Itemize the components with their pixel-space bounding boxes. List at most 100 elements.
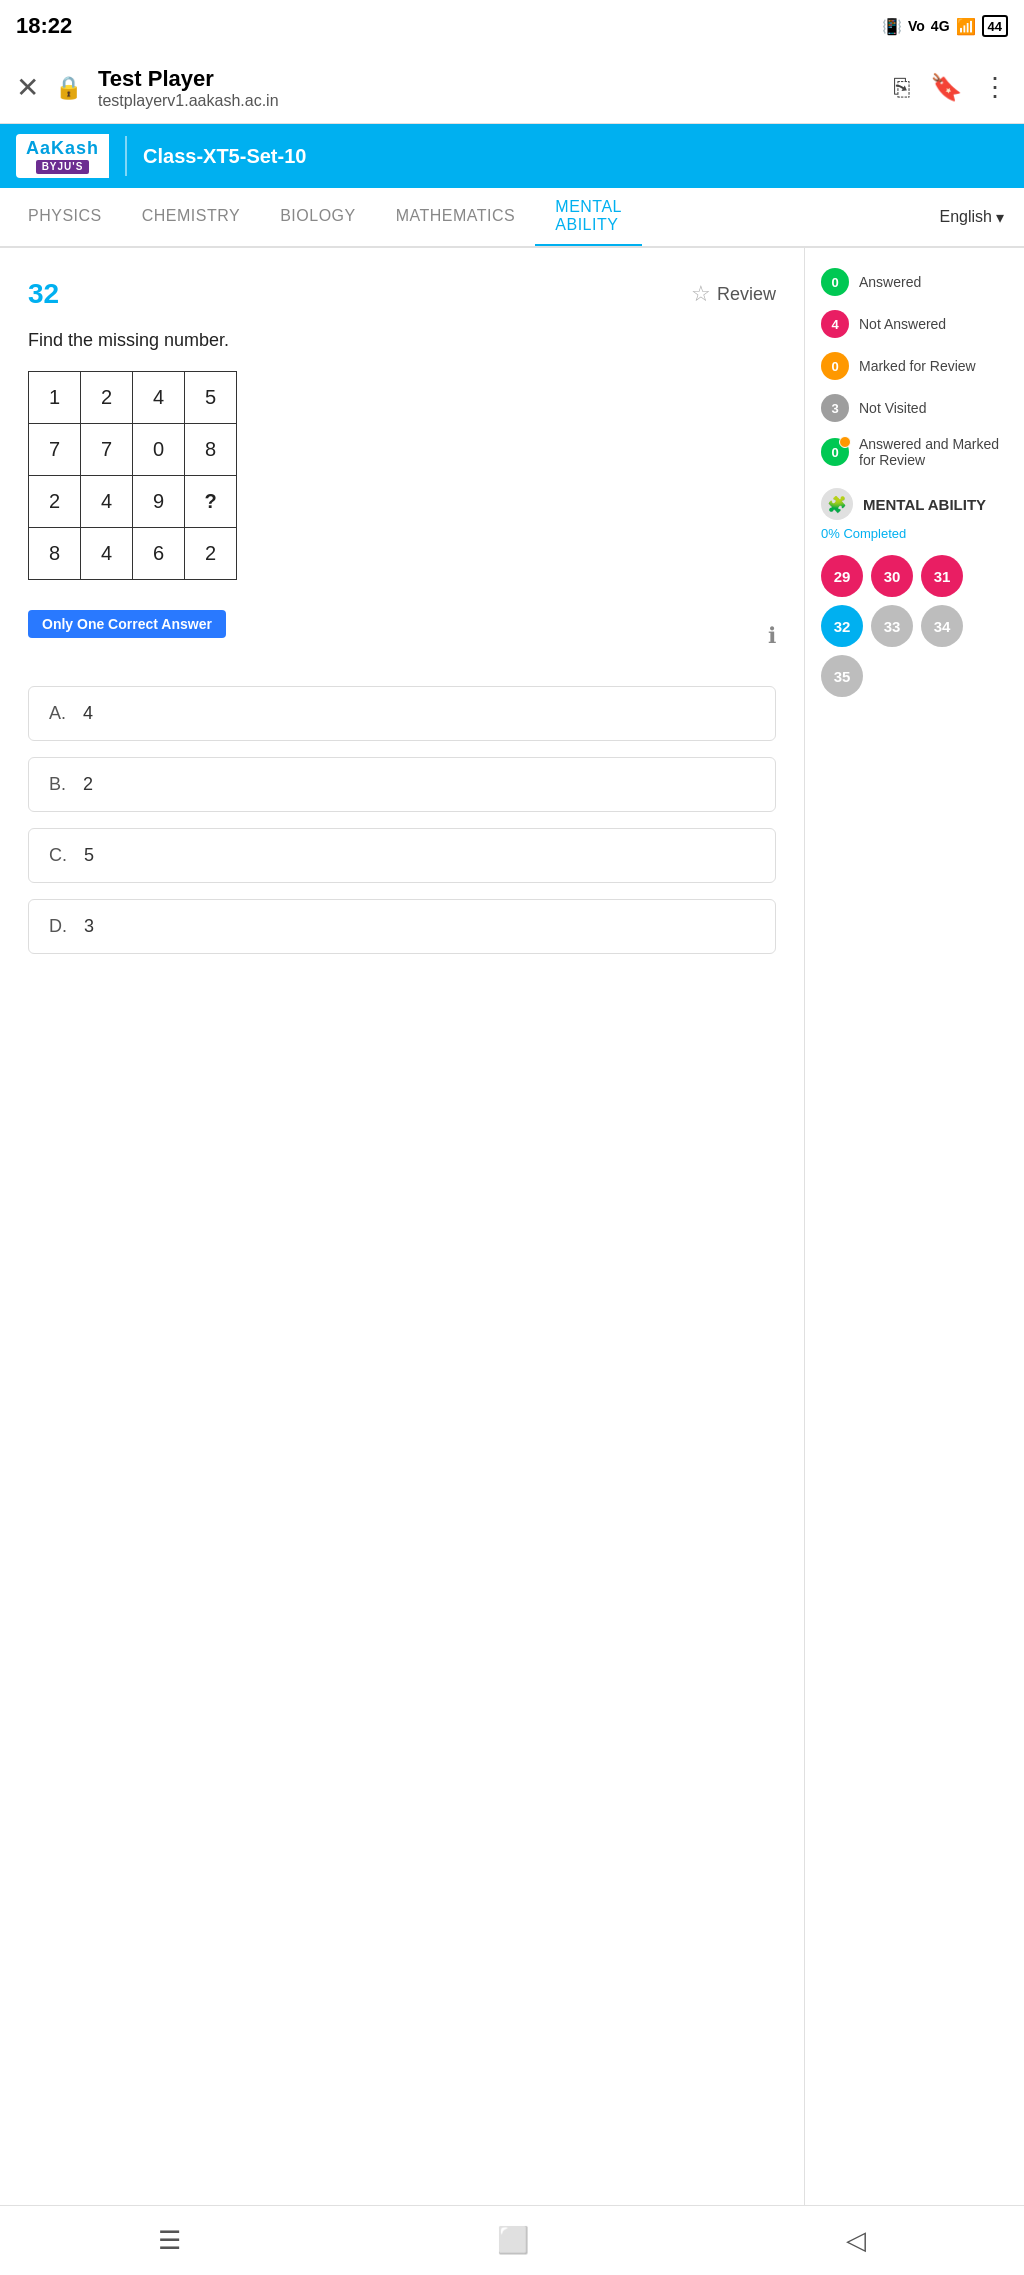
sidebar: 0 Answered 4 Not Answered 0 Marked for R… — [804, 248, 1024, 2275]
answered-badge: 0 — [821, 268, 849, 296]
menu-icon[interactable]: ☰ — [158, 2225, 181, 2256]
answer-type-badge: Only One Correct Answer — [28, 610, 226, 638]
answered-label: Answered — [859, 274, 921, 290]
q-num-34[interactable]: 34 — [921, 605, 963, 647]
question-number-grid: 29 30 31 32 33 34 35 — [821, 555, 1008, 697]
legend-not-answered: 4 Not Answered — [821, 310, 1008, 338]
browser-actions: ⎘ 🔖 ⋮ — [894, 72, 1008, 103]
marked-badge: 0 — [821, 352, 849, 380]
wifi-icon: 📶 — [956, 17, 976, 36]
aakash-logo: AaKash — [26, 138, 99, 160]
option-D-value: 3 — [84, 916, 94, 936]
language-label: English — [940, 208, 992, 226]
share-icon[interactable]: ⎘ — [894, 72, 910, 103]
review-button[interactable]: ☆ Review — [691, 281, 776, 307]
tab-mental-ability[interactable]: MENTALABILITY — [535, 188, 642, 247]
subject-tabs: PHYSICS CHEMISTRY BIOLOGY MATHEMATICS ME… — [0, 188, 1024, 248]
home-icon[interactable]: ⬜ — [497, 2225, 529, 2256]
grid-cell: ? — [185, 476, 237, 528]
grid-cell: 4 — [81, 476, 133, 528]
answered-marked-label: Answered and Marked for Review — [859, 436, 1008, 468]
grid-row-4: 8 4 6 2 — [29, 528, 237, 580]
logo-box: AaKash BYJU'S — [16, 134, 109, 178]
grid-row-1: 1 2 4 5 — [29, 372, 237, 424]
test-title: Class-XT5-Set-10 — [143, 145, 306, 168]
grid-cell: 2 — [185, 528, 237, 580]
main-content: 32 ☆ Review Find the missing number. 1 2… — [0, 248, 1024, 2275]
question-panel: 32 ☆ Review Find the missing number. 1 2… — [0, 248, 804, 2275]
grid-row-3: 2 4 9 ? — [29, 476, 237, 528]
chevron-down-icon: ▾ — [996, 208, 1004, 227]
option-A-label: A. — [49, 703, 66, 723]
browser-title: Test Player — [98, 66, 878, 92]
section-name: MENTAL ABILITY — [863, 496, 986, 513]
back-icon[interactable]: ◁ — [846, 2225, 866, 2256]
grid-cell: 1 — [29, 372, 81, 424]
tab-chemistry[interactable]: CHEMISTRY — [122, 188, 260, 247]
marked-label: Marked for Review — [859, 358, 976, 374]
header-divider — [125, 136, 127, 176]
option-D-label: D. — [49, 916, 67, 936]
option-C-value: 5 — [84, 845, 94, 865]
url-area: Test Player testplayerv1.aakash.ac.in — [98, 66, 878, 110]
option-C[interactable]: C. 5 — [28, 828, 776, 883]
bottom-nav: ☰ ⬜ ◁ — [0, 2205, 1024, 2275]
q-num-35[interactable]: 35 — [821, 655, 863, 697]
vibrate-icon: 📳 — [882, 17, 902, 36]
q-num-31[interactable]: 31 — [921, 555, 963, 597]
tab-physics[interactable]: PHYSICS — [8, 188, 122, 247]
status-icons: 📳 Vo 4G 📶 44 — [882, 15, 1008, 37]
language-selector[interactable]: English ▾ — [928, 208, 1016, 227]
grid-cell: 7 — [81, 424, 133, 476]
option-A[interactable]: A. 4 — [28, 686, 776, 741]
browser-url: testplayerv1.aakash.ac.in — [98, 92, 878, 110]
q-num-33[interactable]: 33 — [871, 605, 913, 647]
star-icon: ☆ — [691, 281, 711, 307]
option-B-label: B. — [49, 774, 66, 794]
grid-cell: 6 — [133, 528, 185, 580]
question-number: 32 — [28, 278, 59, 310]
grid-cell: 8 — [29, 528, 81, 580]
question-text: Find the missing number. — [28, 330, 776, 351]
answered-marked-badge: 0 — [821, 438, 849, 466]
tab-biology[interactable]: BIOLOGY — [260, 188, 376, 247]
grid-cell: 4 — [81, 528, 133, 580]
number-grid: 1 2 4 5 7 7 0 8 2 4 9 ? 8 4 6 2 — [28, 371, 237, 580]
q-num-30[interactable]: 30 — [871, 555, 913, 597]
byjus-logo: BYJU'S — [36, 160, 90, 174]
grid-row-2: 7 7 0 8 — [29, 424, 237, 476]
grid-cell: 5 — [185, 372, 237, 424]
option-C-label: C. — [49, 845, 67, 865]
legend-answered: 0 Answered — [821, 268, 1008, 296]
lock-icon: 🔒 — [55, 75, 82, 101]
grid-cell: 9 — [133, 476, 185, 528]
option-B[interactable]: B. 2 — [28, 757, 776, 812]
not-visited-badge: 3 — [821, 394, 849, 422]
legend-answered-marked: 0 Answered and Marked for Review — [821, 436, 1008, 468]
tab-mathematics[interactable]: MATHEMATICS — [376, 188, 536, 247]
q-num-32[interactable]: 32 — [821, 605, 863, 647]
battery-icon: 44 — [982, 15, 1008, 37]
section-header: 🧩 MENTAL ABILITY — [821, 488, 1008, 520]
app-header: AaKash BYJU'S Class-XT5-Set-10 — [0, 124, 1024, 188]
grid-cell: 7 — [29, 424, 81, 476]
review-label: Review — [717, 284, 776, 305]
menu-dots-icon[interactable]: ⋮ — [982, 72, 1008, 103]
info-icon[interactable]: ℹ — [768, 623, 776, 649]
bookmark-icon[interactable]: 🔖 — [930, 72, 962, 103]
q-num-29[interactable]: 29 — [821, 555, 863, 597]
not-answered-label: Not Answered — [859, 316, 946, 332]
grid-cell: 2 — [29, 476, 81, 528]
browser-bar: ✕ 🔒 Test Player testplayerv1.aakash.ac.i… — [0, 52, 1024, 124]
question-header: 32 ☆ Review — [28, 278, 776, 310]
status-bar: 18:22 📳 Vo 4G 📶 44 — [0, 0, 1024, 52]
option-A-value: 4 — [83, 703, 93, 723]
close-button[interactable]: ✕ — [16, 71, 39, 104]
option-D[interactable]: D. 3 — [28, 899, 776, 954]
legend-marked: 0 Marked for Review — [821, 352, 1008, 380]
legend-not-visited: 3 Not Visited — [821, 394, 1008, 422]
grid-cell: 2 — [81, 372, 133, 424]
not-visited-label: Not Visited — [859, 400, 926, 416]
status-time: 18:22 — [16, 13, 72, 39]
logo-area: AaKash BYJU'S — [16, 134, 109, 178]
